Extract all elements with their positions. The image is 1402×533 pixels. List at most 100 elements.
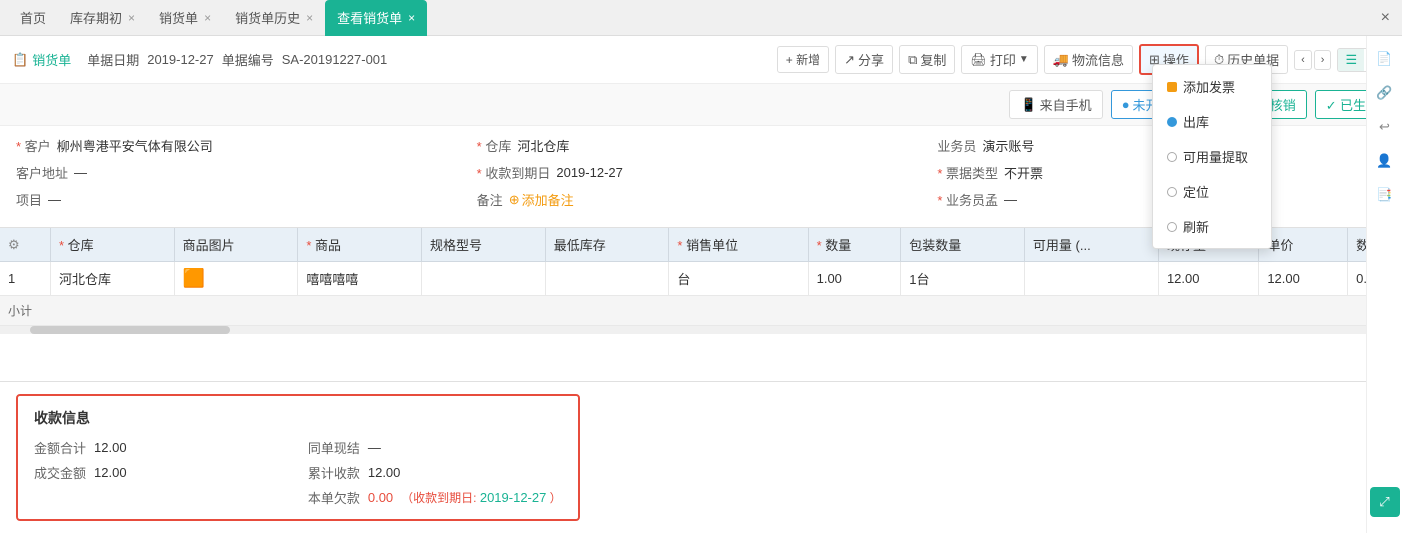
cell-available — [1024, 262, 1158, 296]
nav-prev-button[interactable]: ‹ — [1294, 50, 1312, 70]
refresh-label: 刷新 — [1183, 217, 1209, 236]
tab-sales-history[interactable]: 销货单历史 × — [223, 0, 325, 36]
tab-inventory[interactable]: 库存期初 × — [58, 0, 147, 36]
doc-title-area: 📋 销货单 单据日期 2019-12-27 单据编号 SA-20191227-0… — [12, 50, 387, 69]
th-price: 单价 — [1259, 228, 1348, 262]
refresh-icon — [1167, 222, 1177, 232]
table-row: 1 河北仓库 🟧 嘻嘻嘻嘻 台 1.00 1台 12.00 12.00 0. — [0, 262, 1402, 296]
scrollbar-thumb[interactable] — [30, 326, 230, 334]
staff2-label: 业务员孟 — [937, 190, 998, 209]
dropdown-locate[interactable]: 定位 — [1153, 174, 1271, 209]
nav-arrows: ‹ › — [1294, 50, 1331, 70]
subtotal-row: 小计 — [0, 296, 1402, 326]
dropdown-add-invoice[interactable]: 添加发票 — [1153, 69, 1271, 104]
payment-deal-amount-label: 成交金额 — [34, 463, 86, 482]
cell-image: 🟧 — [174, 262, 298, 296]
payment-grid: 金额合计 12.00 同单现结 — 成交金额 12.00 累计收款 12.00 — [34, 438, 562, 507]
from-phone-button[interactable]: 📱 来自手机 — [1009, 90, 1102, 119]
tab-sales-history-label: 销货单历史 — [235, 8, 300, 27]
sidebar-user-icon[interactable]: 👤 — [1370, 146, 1400, 176]
doc-date-label: 单据日期 — [87, 50, 139, 69]
new-button[interactable]: + 新增 — [777, 46, 829, 73]
share-button[interactable]: ↗ 分享 — [835, 45, 893, 74]
payment-cumulative-label: 累计收款 — [308, 463, 360, 482]
window-close-button[interactable]: × — [1381, 9, 1390, 27]
tab-sales-close[interactable]: × — [204, 11, 211, 25]
tab-view-sales[interactable]: 查看销货单 × — [325, 0, 427, 36]
view-list-button[interactable]: ☰ — [1338, 49, 1364, 71]
copy-icon: ⧉ — [908, 52, 917, 68]
ticket-type-label: 票据类型 — [937, 163, 998, 182]
customer-value: 柳州粤港平安气体有限公司 — [57, 136, 213, 155]
locate-icon — [1167, 187, 1177, 197]
address-field: 客户地址 — — [16, 163, 465, 182]
th-min-stock: 最低库存 — [545, 228, 669, 262]
payment-cumulative: 累计收款 12.00 — [308, 463, 562, 482]
add-note-icon: ⊕ — [509, 192, 520, 208]
subtotal-label: 小计 — [0, 296, 1402, 326]
project-field: 项目 — — [16, 190, 465, 209]
payment-owed-label: 本单欠款 — [308, 488, 360, 507]
tab-view-sales-label: 查看销货单 — [337, 8, 402, 27]
sidebar-doc-icon[interactable]: 📄 — [1370, 44, 1400, 74]
cell-no: 1 — [0, 262, 50, 296]
copy-button[interactable]: ⧉ 复制 — [899, 45, 955, 74]
payment-date-value: 2019-12-27 — [556, 165, 623, 180]
cell-warehouse: 河北仓库 — [50, 262, 174, 296]
tab-home[interactable]: 首页 — [8, 0, 58, 36]
tab-home-label: 首页 — [20, 8, 46, 27]
payment-date-field: 收款到期日 2019-12-27 — [477, 163, 926, 182]
dropdown-available-extract[interactable]: 可用量提取 — [1153, 139, 1271, 174]
outbound-label: 出库 — [1183, 112, 1209, 131]
project-label: 项目 — [16, 190, 42, 209]
cell-min-stock — [545, 262, 669, 296]
horizontal-scrollbar[interactable] — [0, 326, 1402, 334]
payment-cumulative-value: 12.00 — [368, 465, 401, 480]
th-product: * 商品 — [298, 228, 422, 262]
th-warehouse-required: * — [59, 238, 64, 253]
staff-value: 演示账号 — [982, 136, 1034, 155]
tab-inventory-label: 库存期初 — [70, 8, 122, 27]
payment-same-bill: 同单现结 — — [308, 438, 562, 457]
note-field: 备注 ⊕ 添加备注 — [477, 190, 926, 209]
logistics-label: 物流信息 — [1072, 50, 1124, 69]
th-warehouse: * 仓库 — [50, 228, 174, 262]
payment-total-label: 金额合计 — [34, 438, 86, 457]
cell-pack-qty: 1台 — [901, 262, 1025, 296]
add-note-button[interactable]: ⊕ 添加备注 — [509, 190, 574, 209]
doc-meta: 单据日期 2019-12-27 单据编号 SA-20191227-001 — [87, 50, 387, 69]
tab-sales-history-close[interactable]: × — [306, 11, 313, 25]
sidebar-files-icon[interactable]: 📑 — [1370, 180, 1400, 210]
doc-title: 📋 销货单 — [12, 50, 71, 69]
print-arrow: ▼ — [1019, 54, 1029, 65]
sidebar-return-icon[interactable]: ↩ — [1370, 112, 1400, 142]
payment-total: 金额合计 12.00 — [34, 438, 288, 457]
print-icon: 🖨 — [970, 52, 987, 68]
th-image: 商品图片 — [174, 228, 298, 262]
tab-view-sales-close[interactable]: × — [408, 11, 415, 25]
sidebar-expand-icon[interactable]: ⤢ — [1370, 487, 1400, 517]
cell-current-stock: 12.00 — [1158, 262, 1258, 296]
right-sidebar: 📄 🔗 ↩ 👤 📑 ⤢ — [1366, 36, 1402, 533]
sidebar-link-icon[interactable]: 🔗 — [1370, 78, 1400, 108]
address-value: — — [74, 165, 87, 180]
payment-box: 收款信息 金额合计 12.00 同单现结 — 成交金额 12.00 累计收款 1… — [16, 394, 580, 521]
dropdown-refresh[interactable]: 刷新 — [1153, 209, 1271, 244]
print-button[interactable]: 🖨 打印 ▼ — [961, 45, 1037, 74]
cell-product: 嘻嘻嘻嘻 — [298, 262, 422, 296]
th-pack-qty: 包装数量 — [901, 228, 1025, 262]
logistics-button[interactable]: 🚚 物流信息 — [1044, 45, 1133, 74]
locate-label: 定位 — [1183, 182, 1209, 201]
dropdown-outbound[interactable]: 出库 — [1153, 104, 1271, 139]
payment-deal-amount: 成交金额 12.00 — [34, 463, 288, 482]
payment-deal-amount-value: 12.00 — [94, 465, 127, 480]
th-spec: 规格型号 — [422, 228, 546, 262]
address-label: 客户地址 — [16, 163, 68, 182]
available-extract-icon — [1167, 152, 1177, 162]
nav-next-button[interactable]: › — [1314, 50, 1332, 70]
tab-sales[interactable]: 销货单 × — [147, 0, 223, 36]
payment-owed — [34, 488, 288, 507]
warehouse-field: 仓库 河北仓库 — [477, 136, 926, 155]
phone-icon: 📱 — [1020, 97, 1036, 113]
tab-inventory-close[interactable]: × — [128, 11, 135, 25]
